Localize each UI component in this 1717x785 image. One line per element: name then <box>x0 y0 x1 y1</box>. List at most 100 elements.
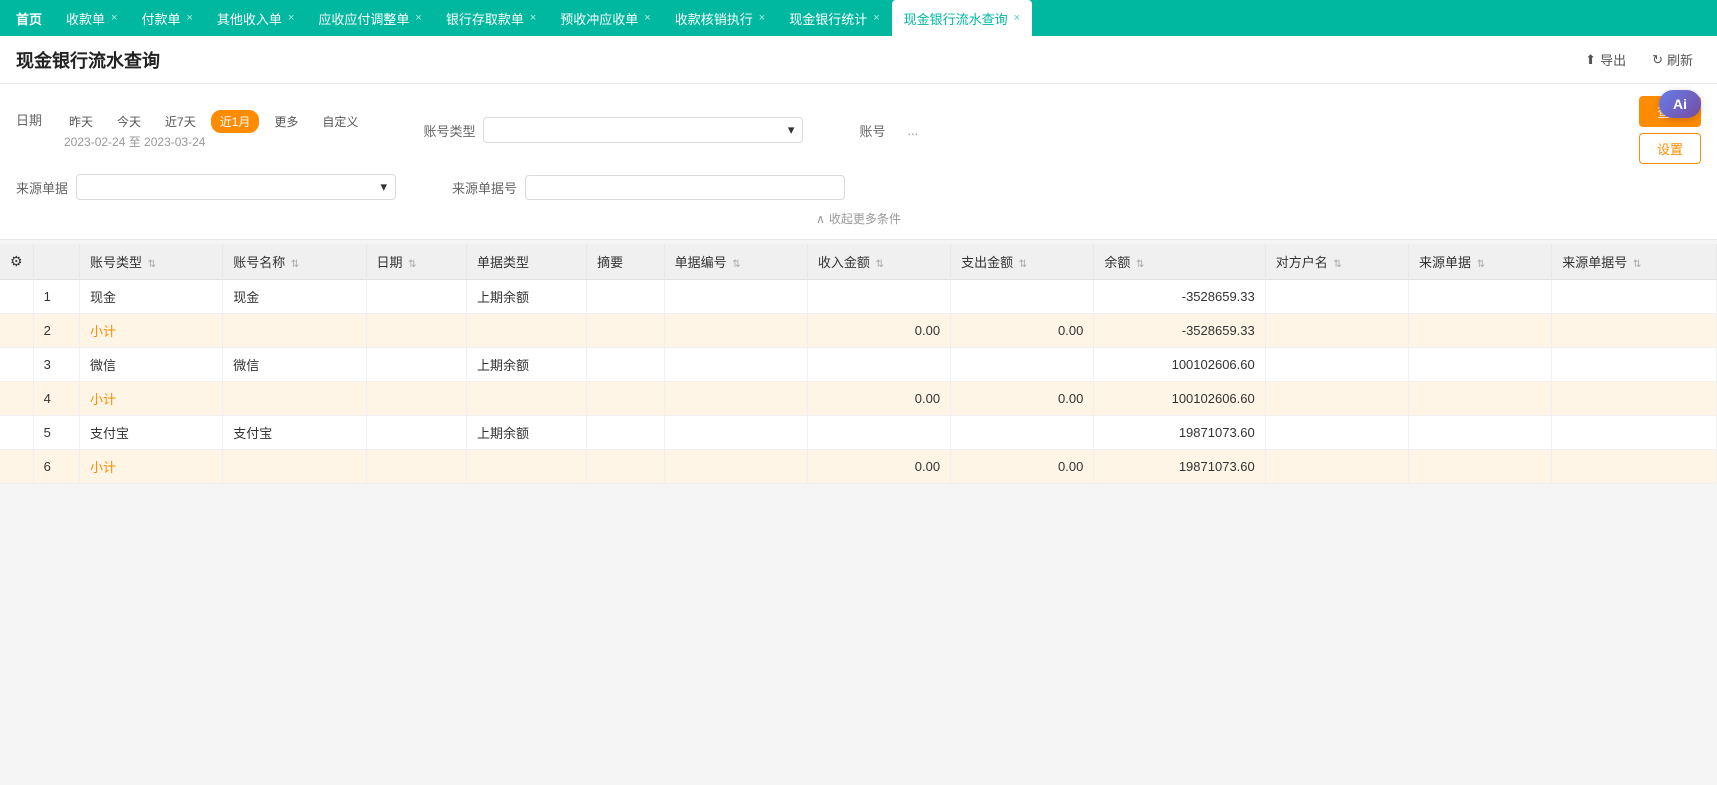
ai-badge[interactable]: Ai <box>1659 90 1701 118</box>
table-cell <box>366 314 466 348</box>
table-cell <box>366 416 466 450</box>
data-table: ⚙ 账号类型 ⇅ 账号名称 ⇅ 日期 ⇅ 单据类型 <box>0 244 1717 484</box>
nav-tab-receipt[interactable]: 收款单 × <box>54 0 129 36</box>
close-icon[interactable]: × <box>530 12 536 24</box>
date-opt-7days[interactable]: 近7天 <box>156 110 205 133</box>
table-cell <box>223 314 366 348</box>
source-doc-no-input[interactable] <box>525 175 845 200</box>
account-dots[interactable]: ... <box>903 123 922 138</box>
table-cell <box>951 416 1094 450</box>
export-icon: ⬆ <box>1585 52 1596 68</box>
table-cell <box>1409 450 1552 484</box>
close-icon[interactable]: × <box>644 12 650 24</box>
table-cell <box>1409 382 1552 416</box>
page-title: 现金银行流水查询 <box>16 47 160 73</box>
gear-icon[interactable]: ⚙ <box>10 253 23 269</box>
source-doc-label: 来源单据 <box>16 178 68 197</box>
table-cell <box>1552 280 1717 314</box>
settings-button[interactable]: 设置 <box>1639 133 1701 164</box>
source-doc-select[interactable]: ▾ <box>76 174 396 200</box>
table-cell: 小计 <box>80 382 223 416</box>
table-cell <box>587 280 664 314</box>
table-cell <box>587 314 664 348</box>
collapse-icon: ∧ <box>816 212 825 226</box>
sort-icon[interactable]: ⇅ <box>291 259 299 270</box>
table-cell <box>366 382 466 416</box>
sort-icon[interactable]: ⇅ <box>1019 259 1027 270</box>
date-opt-1month[interactable]: 近1月 <box>211 110 260 133</box>
table-container: ⚙ 账号类型 ⇅ 账号名称 ⇅ 日期 ⇅ 单据类型 <box>0 244 1717 484</box>
table-cell <box>1265 314 1408 348</box>
table-cell: 现金 <box>80 280 223 314</box>
table-cell <box>1265 382 1408 416</box>
close-icon[interactable]: × <box>288 12 294 24</box>
th-doc-no: 单据编号 ⇅ <box>664 244 807 280</box>
table-cell: 支付宝 <box>223 416 366 450</box>
page-header: 现金银行流水查询 ⬆ 导出 ↻ 刷新 <box>0 36 1717 84</box>
table-row[interactable]: 5支付宝支付宝上期余额19871073.60 <box>0 416 1717 450</box>
table-cell: 6 <box>33 450 79 484</box>
nav-tab-cash-bank-flow[interactable]: 现金银行流水查询 × <box>892 0 1032 36</box>
collapse-bar[interactable]: ∧ 收起更多条件 <box>16 210 1701 227</box>
date-opt-yesterday[interactable]: 昨天 <box>60 110 102 133</box>
th-rownum <box>33 244 79 280</box>
nav-tab-other-income[interactable]: 其他收入单 × <box>205 0 306 36</box>
nav-tab-collection-exec[interactable]: 收款核销执行 × <box>663 0 777 36</box>
table-body: 1现金现金上期余额-3528659.332小计0.000.00-3528659.… <box>0 280 1717 484</box>
table-cell <box>466 382 586 416</box>
th-source-doc: 来源单据 ⇅ <box>1409 244 1552 280</box>
date-opt-custom[interactable]: 自定义 <box>313 110 367 133</box>
table-cell: 小计 <box>80 314 223 348</box>
table-cell <box>0 450 33 484</box>
table-cell <box>0 280 33 314</box>
table-row[interactable]: 1现金现金上期余额-3528659.33 <box>0 280 1717 314</box>
table-cell <box>0 416 33 450</box>
account-type-filter: 账号类型 ▾ <box>423 117 803 143</box>
table-cell: 100102606.60 <box>1094 382 1265 416</box>
table-cell: 微信 <box>223 348 366 382</box>
table-row[interactable]: 2小计0.000.00-3528659.33 <box>0 314 1717 348</box>
sort-icon[interactable]: ⇅ <box>1477 259 1485 270</box>
th-settings[interactable]: ⚙ <box>0 244 33 280</box>
account-type-select[interactable]: ▾ <box>483 117 803 143</box>
nav-tab-cash-bank-stat[interactable]: 现金银行统计 × <box>777 0 891 36</box>
refresh-button[interactable]: ↻ 刷新 <box>1644 46 1701 73</box>
date-opt-more[interactable]: 更多 <box>265 110 307 133</box>
close-icon[interactable]: × <box>415 12 421 24</box>
date-opt-today[interactable]: 今天 <box>108 110 150 133</box>
table-cell: 上期余额 <box>466 280 586 314</box>
nav-tab-ar-ap-adjust[interactable]: 应收应付调整单 × <box>306 0 433 36</box>
header-actions: ⬆ 导出 ↻ 刷新 <box>1577 46 1701 73</box>
sort-icon[interactable]: ⇅ <box>1333 259 1341 270</box>
sort-icon[interactable]: ⇅ <box>148 259 156 270</box>
nav-tab-payment[interactable]: 付款单 × <box>129 0 204 36</box>
close-icon[interactable]: × <box>759 12 765 24</box>
close-icon[interactable]: × <box>186 12 192 24</box>
table-cell: -3528659.33 <box>1094 280 1265 314</box>
table-cell: 100102606.60 <box>1094 348 1265 382</box>
table-row[interactable]: 4小计0.000.00100102606.60 <box>0 382 1717 416</box>
table-cell <box>664 416 807 450</box>
close-icon[interactable]: × <box>1014 12 1020 24</box>
close-icon[interactable]: × <box>111 12 117 24</box>
sort-icon[interactable]: ⇅ <box>408 259 416 270</box>
sort-icon[interactable]: ⇅ <box>875 259 883 270</box>
sort-icon[interactable]: ⇅ <box>1136 259 1144 270</box>
table-cell <box>366 280 466 314</box>
sort-icon[interactable]: ⇅ <box>1633 259 1641 270</box>
nav-tab-home[interactable]: 首页 <box>4 0 54 36</box>
th-income: 收入金额 ⇅ <box>807 244 950 280</box>
table-row[interactable]: 6小计0.000.0019871073.60 <box>0 450 1717 484</box>
table-cell <box>951 348 1094 382</box>
filter-row-2: 来源单据 ▾ 来源单据号 <box>16 174 1701 200</box>
table-cell: 19871073.60 <box>1094 450 1265 484</box>
sort-icon[interactable]: ⇅ <box>732 259 740 270</box>
table-cell <box>587 348 664 382</box>
close-icon[interactable]: × <box>873 12 879 24</box>
table-cell: 小计 <box>80 450 223 484</box>
nav-tab-advance-offset[interactable]: 预收冲应收单 × <box>548 0 662 36</box>
table-cell <box>1265 280 1408 314</box>
export-button[interactable]: ⬆ 导出 <box>1577 46 1634 73</box>
nav-tab-bank-deposit[interactable]: 银行存取款单 × <box>434 0 548 36</box>
table-row[interactable]: 3微信微信上期余额100102606.60 <box>0 348 1717 382</box>
